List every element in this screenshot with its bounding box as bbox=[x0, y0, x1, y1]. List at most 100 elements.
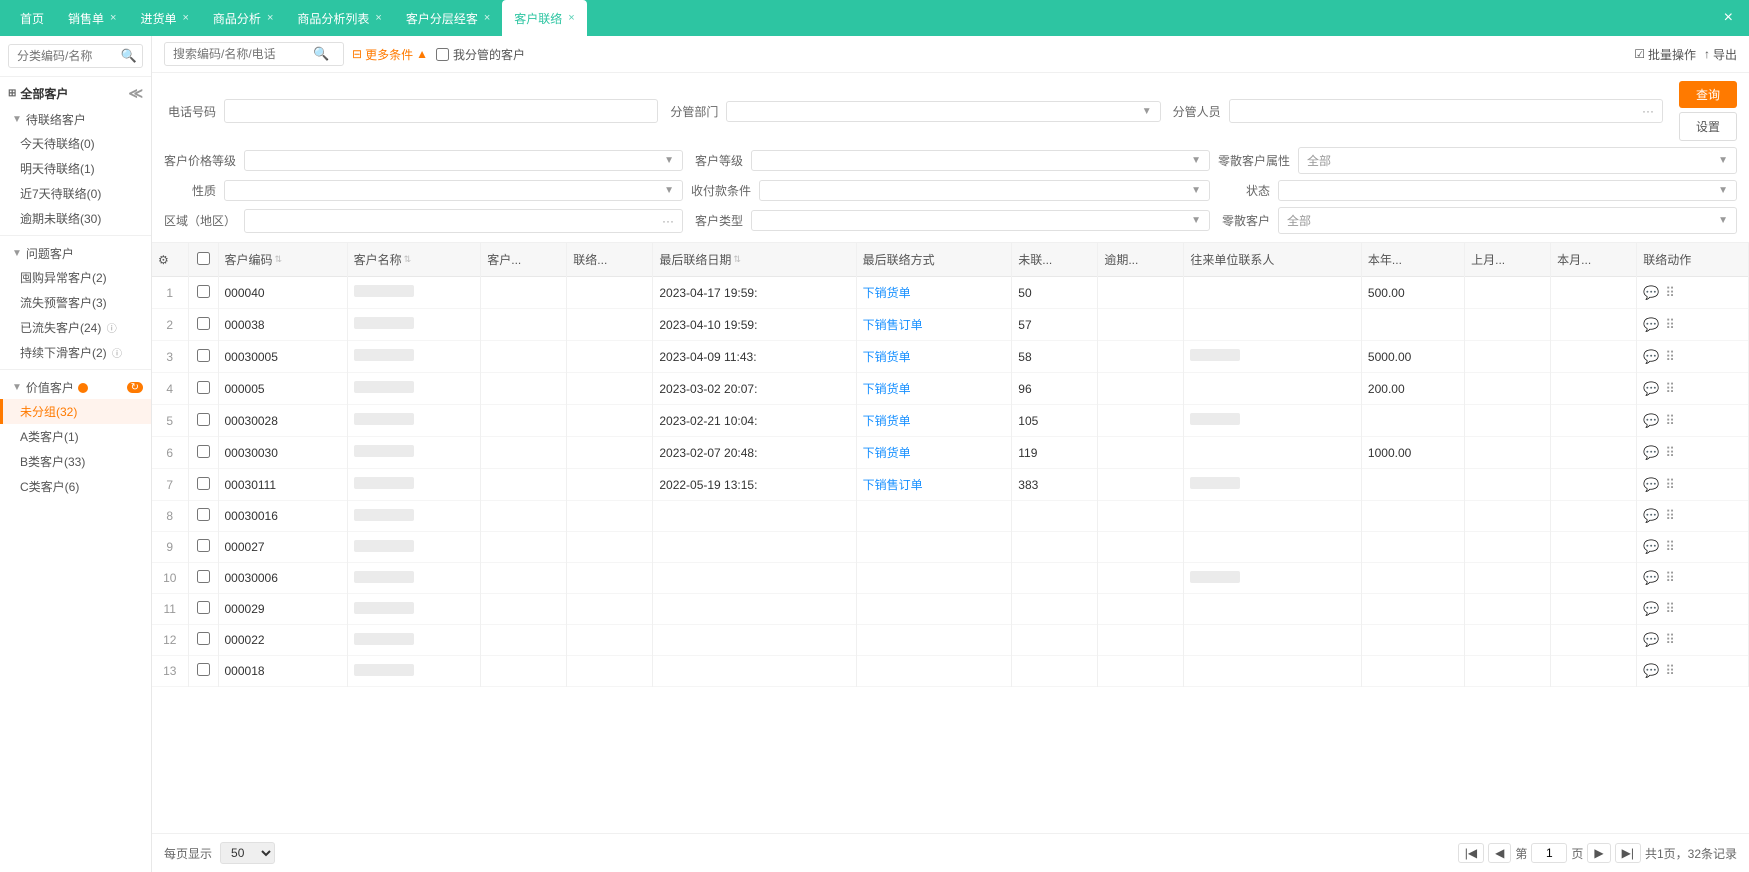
cell-check[interactable] bbox=[188, 532, 218, 563]
page-size-select[interactable]: 50 100 200 bbox=[220, 842, 275, 864]
contact-icon[interactable]: 💬 bbox=[1643, 632, 1659, 648]
sidebar-item-today-pending[interactable]: 今天待联络(0) bbox=[0, 131, 151, 156]
cell-check[interactable] bbox=[188, 469, 218, 501]
row-checkbox[interactable] bbox=[197, 413, 210, 426]
my-customers-checkbox[interactable] bbox=[436, 48, 449, 61]
cell-check[interactable] bbox=[188, 405, 218, 437]
tab-purchase-close[interactable]: × bbox=[182, 12, 188, 24]
cell-check[interactable] bbox=[188, 437, 218, 469]
query-button[interactable]: 查询 bbox=[1679, 81, 1737, 108]
row-checkbox[interactable] bbox=[197, 508, 210, 521]
cell-check[interactable] bbox=[188, 563, 218, 594]
col-settings[interactable]: ⚙ bbox=[152, 243, 188, 277]
more-conditions-btn[interactable]: ⊟ 更多条件 ▲ bbox=[352, 46, 428, 63]
row-checkbox[interactable] bbox=[197, 445, 210, 458]
retail-customer-select[interactable]: 全部 ▼ bbox=[1278, 207, 1737, 234]
row-checkbox[interactable] bbox=[197, 477, 210, 490]
more-action-icon[interactable]: ⠿ bbox=[1665, 508, 1675, 524]
row-checkbox[interactable] bbox=[197, 601, 210, 614]
cell-check[interactable] bbox=[188, 656, 218, 687]
contact-icon[interactable]: 💬 bbox=[1643, 381, 1659, 397]
tab-customer-segment-close[interactable]: × bbox=[484, 12, 490, 24]
tab-purchase[interactable]: 进货单 × bbox=[128, 0, 200, 36]
tab-product-analysis-close[interactable]: × bbox=[267, 12, 273, 24]
all-customers-section[interactable]: ⊞ 全部客户 ≪ bbox=[0, 77, 151, 106]
reset-button[interactable]: 设置 bbox=[1679, 112, 1737, 141]
main-search-input[interactable] bbox=[173, 47, 313, 61]
contact-icon[interactable]: 💬 bbox=[1643, 508, 1659, 524]
phone-input[interactable] bbox=[224, 99, 658, 123]
cell-check[interactable] bbox=[188, 341, 218, 373]
sidebar-item-class-c[interactable]: C类客户(6) bbox=[0, 474, 151, 499]
sidebar-group-value[interactable]: ▼ 价值客户 ↻ bbox=[0, 374, 151, 399]
nature-select[interactable]: ▼ bbox=[224, 180, 683, 201]
refresh-icon[interactable]: ↻ bbox=[127, 382, 143, 393]
sidebar-item-abnormal[interactable]: 囤购异常客户(2) bbox=[0, 265, 151, 290]
row-checkbox[interactable] bbox=[197, 632, 210, 645]
row-checkbox[interactable] bbox=[197, 663, 210, 676]
contact-method-link[interactable]: 下销货单 bbox=[863, 382, 911, 396]
more-action-icon[interactable]: ⠿ bbox=[1665, 570, 1675, 586]
sidebar-item-overdue-contact[interactable]: 逾期未联络(30) bbox=[0, 206, 151, 231]
more-action-icon[interactable]: ⠿ bbox=[1665, 601, 1675, 617]
tab-product-analysis[interactable]: 商品分析 × bbox=[201, 0, 285, 36]
sidebar-item-ungrouped[interactable]: 未分组(32) bbox=[0, 399, 151, 424]
sidebar-item-churned[interactable]: 已流失客户(24) ⓘ bbox=[0, 315, 151, 340]
check-all-checkbox[interactable] bbox=[197, 252, 210, 265]
customer-level-select[interactable]: ▼ bbox=[751, 150, 1210, 171]
manager-select[interactable]: ··· bbox=[1229, 99, 1663, 123]
contact-method-link[interactable]: 下销货单 bbox=[863, 414, 911, 428]
tab-customer-segment[interactable]: 客户分层经客 × bbox=[394, 0, 502, 36]
prev-page-btn[interactable]: ◀ bbox=[1488, 843, 1511, 863]
more-action-icon[interactable]: ⠿ bbox=[1665, 285, 1675, 301]
tab-sales-close[interactable]: × bbox=[110, 12, 116, 24]
more-action-icon[interactable]: ⠿ bbox=[1665, 477, 1675, 493]
main-search-icon[interactable]: 🔍 bbox=[313, 46, 329, 62]
nav-close-button[interactable]: × bbox=[1716, 9, 1741, 27]
contact-icon[interactable]: 💬 bbox=[1643, 570, 1659, 586]
export-button[interactable]: ↑ 导出 bbox=[1704, 46, 1737, 63]
row-checkbox[interactable] bbox=[197, 570, 210, 583]
sidebar-group-problem[interactable]: ▼ 问题客户 bbox=[0, 240, 151, 265]
more-action-icon[interactable]: ⠿ bbox=[1665, 539, 1675, 555]
tab-customer-contact-close[interactable]: × bbox=[568, 12, 574, 24]
region-select[interactable]: ··· bbox=[244, 209, 683, 233]
last-page-btn[interactable]: ▶| bbox=[1615, 843, 1641, 863]
more-action-icon[interactable]: ⠿ bbox=[1665, 663, 1675, 679]
sidebar-item-churn-warning[interactable]: 流失预警客户(3) bbox=[0, 290, 151, 315]
row-checkbox[interactable] bbox=[197, 349, 210, 362]
sidebar-item-7day-pending[interactable]: 近7天待联络(0) bbox=[0, 181, 151, 206]
sidebar-item-tomorrow-pending[interactable]: 明天待联络(1) bbox=[0, 156, 151, 181]
contact-method-link[interactable]: 下销售订单 bbox=[863, 478, 923, 492]
sidebar-item-class-a[interactable]: A类客户(1) bbox=[0, 424, 151, 449]
col-check-all[interactable] bbox=[188, 243, 218, 277]
sidebar-item-declining[interactable]: 持续下滑客户(2) ⓘ bbox=[0, 340, 151, 365]
cell-check[interactable] bbox=[188, 309, 218, 341]
cell-check[interactable] bbox=[188, 501, 218, 532]
contact-icon[interactable]: 💬 bbox=[1643, 445, 1659, 461]
contact-method-link[interactable]: 下销货单 bbox=[863, 446, 911, 460]
retail-attr-select[interactable]: 全部 ▼ bbox=[1298, 147, 1737, 174]
sidebar-collapse-btn[interactable]: ≪ bbox=[128, 85, 143, 102]
page-number-input[interactable] bbox=[1531, 843, 1567, 863]
contact-icon[interactable]: 💬 bbox=[1643, 349, 1659, 365]
contact-icon[interactable]: 💬 bbox=[1643, 477, 1659, 493]
cell-check[interactable] bbox=[188, 277, 218, 309]
tab-home[interactable]: 首页 bbox=[8, 0, 56, 36]
more-action-icon[interactable]: ⠿ bbox=[1665, 413, 1675, 429]
customer-type-select[interactable]: ▼ bbox=[751, 210, 1210, 231]
contact-icon[interactable]: 💬 bbox=[1643, 663, 1659, 679]
next-page-btn[interactable]: ▶ bbox=[1587, 843, 1610, 863]
payment-select[interactable]: ▼ bbox=[759, 180, 1210, 201]
contact-icon[interactable]: 💬 bbox=[1643, 285, 1659, 301]
sidebar-search-icon[interactable]: 🔍 bbox=[121, 48, 137, 64]
my-customers-filter[interactable]: 我分管的客户 bbox=[436, 46, 525, 63]
cell-check[interactable] bbox=[188, 594, 218, 625]
more-action-icon[interactable]: ⠿ bbox=[1665, 317, 1675, 333]
more-action-icon[interactable]: ⠿ bbox=[1665, 349, 1675, 365]
price-level-select[interactable]: ▼ bbox=[244, 150, 683, 171]
contact-icon[interactable]: 💬 bbox=[1643, 413, 1659, 429]
row-checkbox[interactable] bbox=[197, 317, 210, 330]
row-checkbox[interactable] bbox=[197, 381, 210, 394]
department-select[interactable]: ▼ bbox=[726, 101, 1160, 122]
